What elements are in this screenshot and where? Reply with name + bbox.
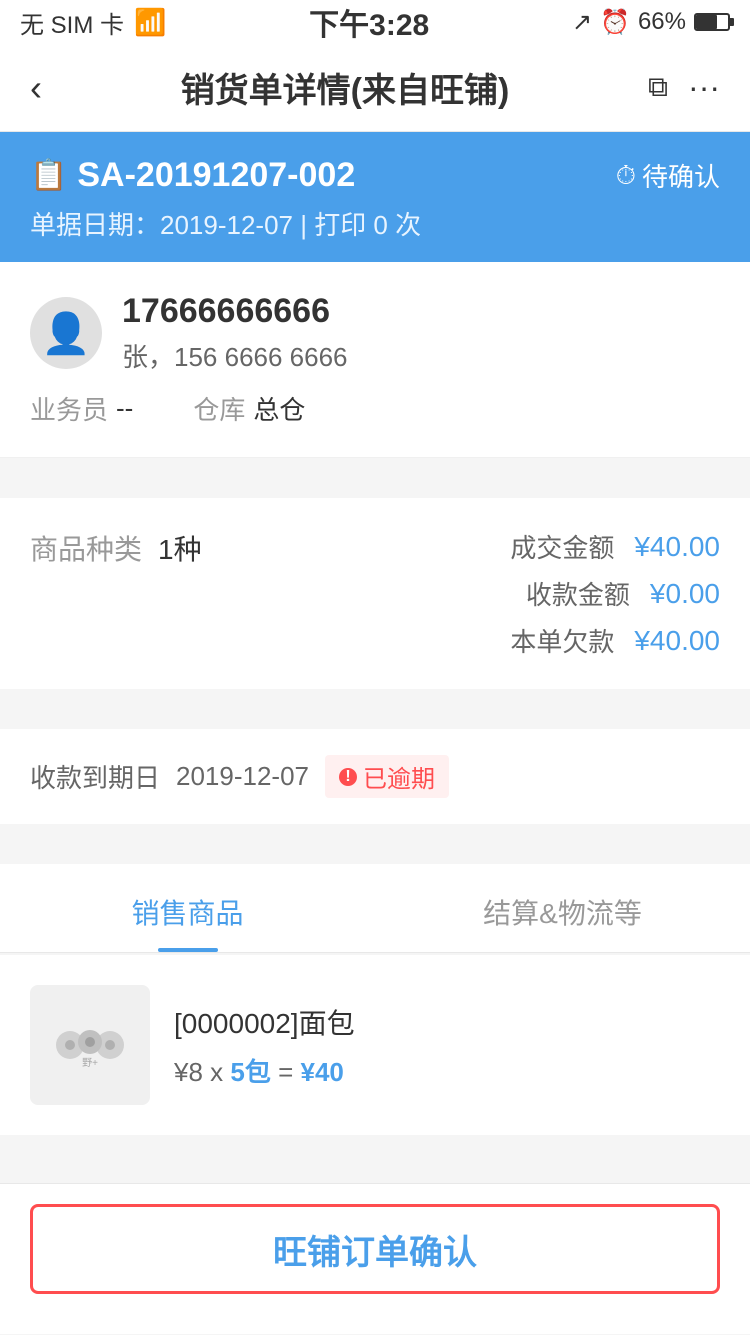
order-icon: 📋: [30, 158, 67, 193]
deal-amount-value: ¥40.00: [634, 531, 720, 563]
customer-meta: 业务员 -- 仓库 总仓: [30, 390, 720, 427]
more-icon[interactable]: ···: [688, 69, 720, 106]
status-bar: 无 SIM 卡 📶 下午3:28 ↗ ⏰ 66%: [0, 0, 750, 44]
order-date: 单据日期：2019-12-07 | 打印 0 次: [30, 205, 720, 242]
tab-bar: 销售商品 结算&物流等: [0, 864, 750, 953]
product-name: [0000002]面包: [174, 1002, 720, 1042]
order-header-banner: 📋 SA-20191207-002 ⏱ 待确认 单据日期：2019-12-07 …: [0, 132, 750, 262]
customer-info: 17666666666 张，156 6666 6666: [122, 292, 720, 374]
price-total: ¥40: [300, 1057, 343, 1087]
warehouse-value: 总仓: [253, 390, 305, 427]
divider-3: [0, 824, 750, 844]
customer-phone: 17666666666: [122, 292, 720, 331]
owing-value: ¥40.00: [634, 625, 720, 657]
qty-text: 5包: [230, 1057, 270, 1087]
product-type-label: 商品种类: [30, 528, 142, 568]
avatar: 👤: [30, 297, 102, 369]
back-button[interactable]: ‹: [30, 67, 42, 109]
staff-value: --: [116, 393, 133, 424]
staff-item: 业务员 --: [30, 390, 133, 427]
order-id: 📋 SA-20191207-002: [30, 156, 355, 195]
customer-sub: 张，156 6666 6666: [122, 337, 720, 374]
due-label: 收款到期日: [30, 758, 160, 795]
overdue-text: 已逾期: [363, 759, 435, 794]
battery-text: 66%: [638, 8, 686, 36]
staff-label: 业务员: [30, 390, 108, 427]
customer-section: 👤 17666666666 张，156 6666 6666 业务员 -- 仓库 …: [0, 262, 750, 458]
nav-actions: ⧉ ···: [648, 69, 720, 106]
tab-products[interactable]: 销售商品: [0, 864, 375, 952]
tab-settlement[interactable]: 结算&物流等: [375, 864, 750, 952]
no-sim-text: 无 SIM 卡: [20, 5, 124, 40]
received-amount-row: 收款金额 ¥0.00: [526, 575, 720, 612]
equals-text: =: [271, 1057, 301, 1087]
product-item: 野+ [0000002]面包 ¥8 x 5包 = ¥40: [0, 955, 750, 1135]
price-text: ¥8 x: [174, 1057, 230, 1087]
bottom-bar: 旺铺订单确认: [0, 1183, 750, 1334]
due-date-value: 2019-12-07: [176, 761, 309, 792]
product-type: 商品种类 1种: [30, 528, 202, 568]
divider-2: [0, 689, 750, 709]
warehouse-item: 仓库 总仓: [193, 390, 305, 427]
confirm-order-button[interactable]: 旺铺订单确认: [30, 1204, 720, 1294]
status-bar-left: 无 SIM 卡 📶: [20, 5, 166, 40]
received-value: ¥0.00: [650, 578, 720, 610]
owing-label: 本单欠款: [510, 622, 614, 659]
page-title: 销货单详情(来自旺铺): [181, 63, 510, 112]
alarm-icon: ⏰: [600, 8, 630, 37]
due-date-section: 收款到期日 2019-12-07 ! 已逾期: [0, 729, 750, 824]
amount-section: 商品种类 1种 成交金额 ¥40.00 收款金额 ¥0.00 本单欠款 ¥40.…: [0, 498, 750, 689]
product-thumbnail: 野+: [30, 985, 150, 1105]
user-icon: 👤: [41, 310, 91, 357]
deal-amount-label: 成交金额: [510, 528, 614, 565]
received-label: 收款金额: [526, 575, 630, 612]
battery-icon: [694, 13, 730, 31]
owing-amount-row: 本单欠款 ¥40.00: [510, 622, 720, 659]
status-bar-right: ↗ ⏰ 66%: [572, 8, 730, 37]
product-price: ¥8 x 5包 = ¥40: [174, 1052, 720, 1089]
overdue-icon: !: [339, 768, 357, 786]
svg-text:野+: 野+: [82, 1057, 98, 1069]
product-details: [0000002]面包 ¥8 x 5包 = ¥40: [174, 1002, 720, 1089]
nav-bar: ‹ 销货单详情(来自旺铺) ⧉ ···: [0, 44, 750, 132]
status-bar-time: 下午3:28: [309, 0, 429, 44]
overdue-badge: ! 已逾期: [325, 755, 449, 798]
divider-1: [0, 458, 750, 478]
location-icon: ↗: [572, 8, 592, 37]
deal-amount-row: 成交金额 ¥40.00: [510, 528, 720, 565]
amounts-right: 成交金额 ¥40.00 收款金额 ¥0.00 本单欠款 ¥40.00: [510, 528, 720, 659]
product-type-value: 1种: [158, 528, 202, 568]
share-icon[interactable]: ⧉: [648, 71, 668, 104]
order-status: ⏱ 待确认: [616, 157, 720, 194]
wifi-icon: 📶: [134, 7, 166, 38]
clock-icon: ⏱: [616, 160, 636, 192]
warehouse-label: 仓库: [193, 390, 245, 427]
